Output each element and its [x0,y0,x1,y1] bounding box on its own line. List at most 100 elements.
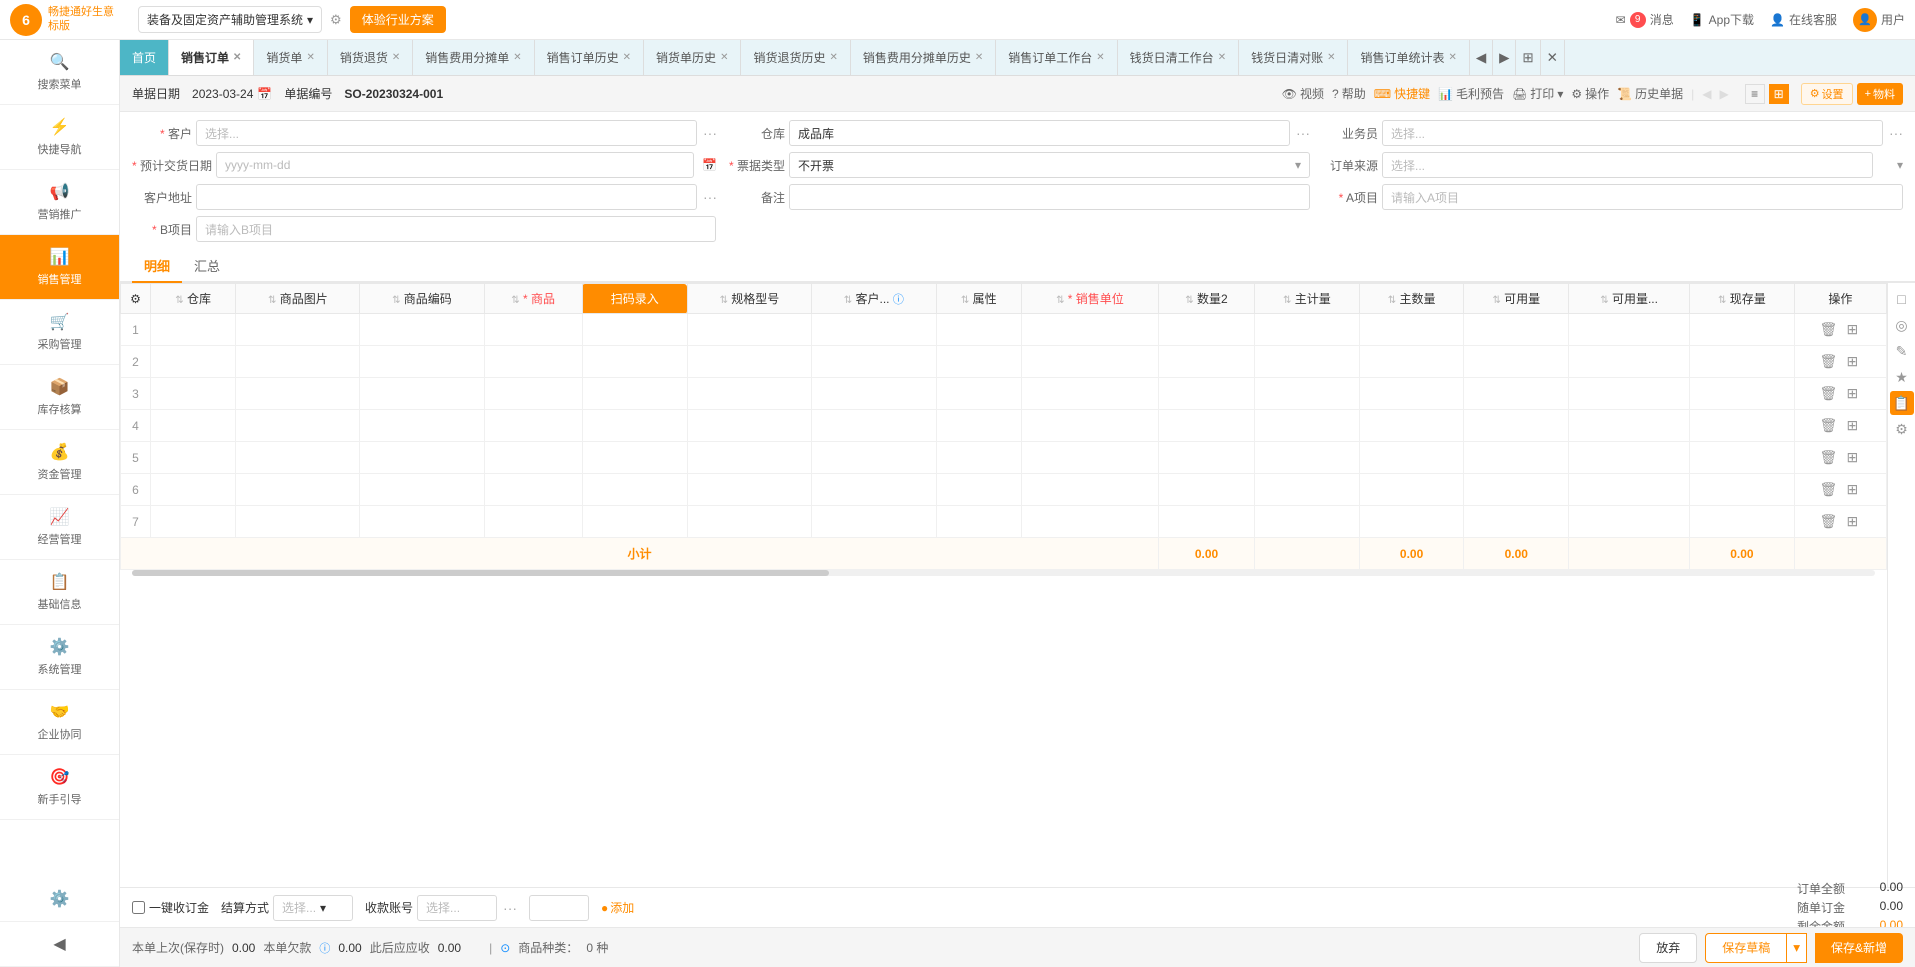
sidebar-item-operations[interactable]: 📈 经营管理 [0,495,119,560]
add-payment-button[interactable]: ● 添加 [601,899,634,916]
tab-close-expense-history[interactable]: ✕ [975,52,983,63]
row-delete-icon[interactable]: 🗑 [1818,448,1838,468]
online-service-button[interactable]: 👤 在线客服 [1770,11,1837,28]
table-area[interactable]: ⚙ ⇅ 仓库 ⇅ 商品图片 ⇅ 商品编码 [120,283,1887,887]
right-panel-btn-5[interactable]: 📋 [1890,391,1914,415]
view-grid-button[interactable]: ⊞ [1769,84,1789,104]
sidebar-collapse-button[interactable]: ◀ [0,922,119,967]
sidebar-item-settings[interactable]: ⚙️ [0,877,119,922]
sidebar-item-search[interactable]: 🔍 搜索菜单 [0,40,119,105]
save-draft-button[interactable]: 保存草稿 [1705,933,1787,963]
industry-button[interactable]: 体验行业方案 [350,6,446,33]
one-click-payment-checkbox[interactable]: 一键收订金 [132,899,209,916]
system-selector[interactable]: 装备及固定资产辅助管理系统 ▾ [138,6,322,33]
delivery-input[interactable]: yyyy-mm-dd [216,152,694,178]
row-copy-icon[interactable]: ⊞ [1842,448,1862,468]
invoice-select[interactable]: 不开票 ▾ [789,152,1310,178]
tab-cash-reconcile[interactable]: 钱货日清对账 ✕ [1239,40,1348,76]
tab-close-sales-bill[interactable]: ✕ [306,52,314,63]
tab-close-sales-order[interactable]: ✕ [233,52,241,63]
col-attribute[interactable]: ⇅ 属性 [936,284,1021,314]
profit-button[interactable]: 📊 毛利预告 [1438,85,1504,102]
col-customer-code[interactable]: ⇅ 客户... ⓘ [812,284,937,314]
col-warehouse[interactable]: ⇅ 仓库 [151,284,236,314]
sidebar-item-cooperation[interactable]: 🤝 企业协同 [0,690,119,755]
a-project-input[interactable]: 请输入A项目 [1382,184,1903,210]
col-main-qty[interactable]: ⇅ 主数量 [1359,284,1464,314]
sidebar-item-marketing[interactable]: 📢 营销推广 [0,170,119,235]
payment-checkbox-input[interactable] [132,901,145,914]
row-copy-icon[interactable]: ⊞ [1842,480,1862,500]
amount-input[interactable]: 0.00 [529,895,589,921]
customer-more-icon[interactable]: ··· [703,125,717,141]
discard-button[interactable]: 放弃 [1639,933,1697,963]
col-main-unit[interactable]: ⇅ 主计量 [1255,284,1360,314]
row-delete-icon[interactable]: 🗑 [1818,480,1838,500]
tab-close-order-workbench[interactable]: ✕ [1096,52,1104,63]
app-download-button[interactable]: 📱 App下载 [1690,11,1754,28]
tab-order-workbench[interactable]: 销售订单工作台 ✕ [996,40,1117,76]
right-panel-btn-4[interactable]: ★ [1890,365,1914,389]
messages-button[interactable]: ✉ 9 消息 [1616,11,1674,28]
history-button[interactable]: 📜 历史单据 [1617,85,1683,102]
tab-next-button[interactable]: ▶ [1493,40,1516,76]
sidebar-item-inventory[interactable]: 📦 库存核算 [0,365,119,430]
col-sales-unit[interactable]: ⇅ * 销售单位 [1021,284,1158,314]
tab-close-sales-expense[interactable]: ✕ [513,52,521,63]
tab-close-order-stats[interactable]: ✕ [1449,52,1457,63]
sidebar-item-purchase[interactable]: 🛒 采购管理 [0,300,119,365]
tab-sales-bill-history[interactable]: 销货单历史 ✕ [644,40,741,76]
col-product-code[interactable]: ⇅ 商品编码 [360,284,484,314]
col-stock[interactable]: ⇅ 现存量 [1690,284,1795,314]
notes-input[interactable] [789,184,1310,210]
right-panel-btn-6[interactable]: ⚙ [1890,417,1914,441]
row-delete-icon[interactable]: 🗑 [1818,352,1838,372]
sidebar-item-finance[interactable]: 💰 资金管理 [0,430,119,495]
order-source-input[interactable]: 选择... [1382,152,1873,178]
save-draft-dropdown-button[interactable]: ▾ [1787,933,1807,963]
tab-sales-return-history[interactable]: 销货退货历史 ✕ [741,40,850,76]
tab-close-cash-workbench[interactable]: ✕ [1218,52,1226,63]
tab-prev-button[interactable]: ◀ [1470,40,1493,76]
tab-close-all-button[interactable]: ✕ [1541,40,1565,76]
tab-sales-expense[interactable]: 销售费用分摊单 ✕ [413,40,534,76]
col-image[interactable]: ⇅ 商品图片 [236,284,360,314]
date-field[interactable]: 2023-03-24 📅 [192,87,272,101]
account-more-icon[interactable]: ··· [503,900,517,916]
shortcut-button[interactable]: ⌨ 快捷键 [1374,85,1430,102]
customer-address-input[interactable] [196,184,697,210]
row-copy-icon[interactable]: ⊞ [1842,416,1862,436]
col-product[interactable]: ⇅ * 商品 [484,284,582,314]
b-project-input[interactable]: 请输入B项目 [196,216,716,242]
row-delete-icon[interactable]: 🗑 [1818,384,1838,404]
tab-close-sales-return[interactable]: ✕ [392,52,400,63]
warehouse-more-icon[interactable]: ··· [1296,125,1310,141]
tab-mingxi[interactable]: 明细 [132,250,182,283]
scroll-thumb[interactable] [132,570,829,576]
tab-expense-history[interactable]: 销售费用分摊单历史 ✕ [851,40,996,76]
calendar-input-icon[interactable]: 📅 [702,158,717,172]
print-button[interactable]: 🖨 打印 ▾ [1512,85,1563,102]
sidebar-item-quicknav[interactable]: ⚡ 快捷导航 [0,105,119,170]
row-delete-icon[interactable]: 🗑 [1818,512,1838,532]
row-delete-icon[interactable]: 🗑 [1818,416,1838,436]
payment-method-select[interactable]: 选择... ▾ [273,895,353,921]
col-available2[interactable]: ⇅ 可用量... [1569,284,1690,314]
salesperson-input[interactable]: 选择... [1382,120,1883,146]
add-material-button[interactable]: + 物料 [1857,83,1903,105]
horizontal-scrollbar[interactable] [132,570,1875,576]
tab-huizong[interactable]: 汇总 [182,250,232,283]
tab-sales-order[interactable]: 销售订单 ✕ [169,40,254,76]
tab-close-return-history[interactable]: ✕ [829,52,837,63]
tab-expand-button[interactable]: ⊞ [1516,40,1540,76]
help-button[interactable]: ? 帮助 [1332,85,1366,102]
account-select[interactable]: 选择... [417,895,497,921]
warehouse-input[interactable]: 成品库 [789,120,1290,146]
row-copy-icon[interactable]: ⊞ [1842,320,1862,340]
tab-sales-bill[interactable]: 销货单 ✕ [254,40,327,76]
operation-button[interactable]: ⚙ 操作 [1571,85,1609,102]
row-delete-icon[interactable]: 🗑 [1818,320,1838,340]
sidebar-item-basicinfo[interactable]: 📋 基础信息 [0,560,119,625]
tab-order-stats[interactable]: 销售订单统计表 ✕ [1348,40,1469,76]
view-list-button[interactable]: ≡ [1745,84,1765,104]
